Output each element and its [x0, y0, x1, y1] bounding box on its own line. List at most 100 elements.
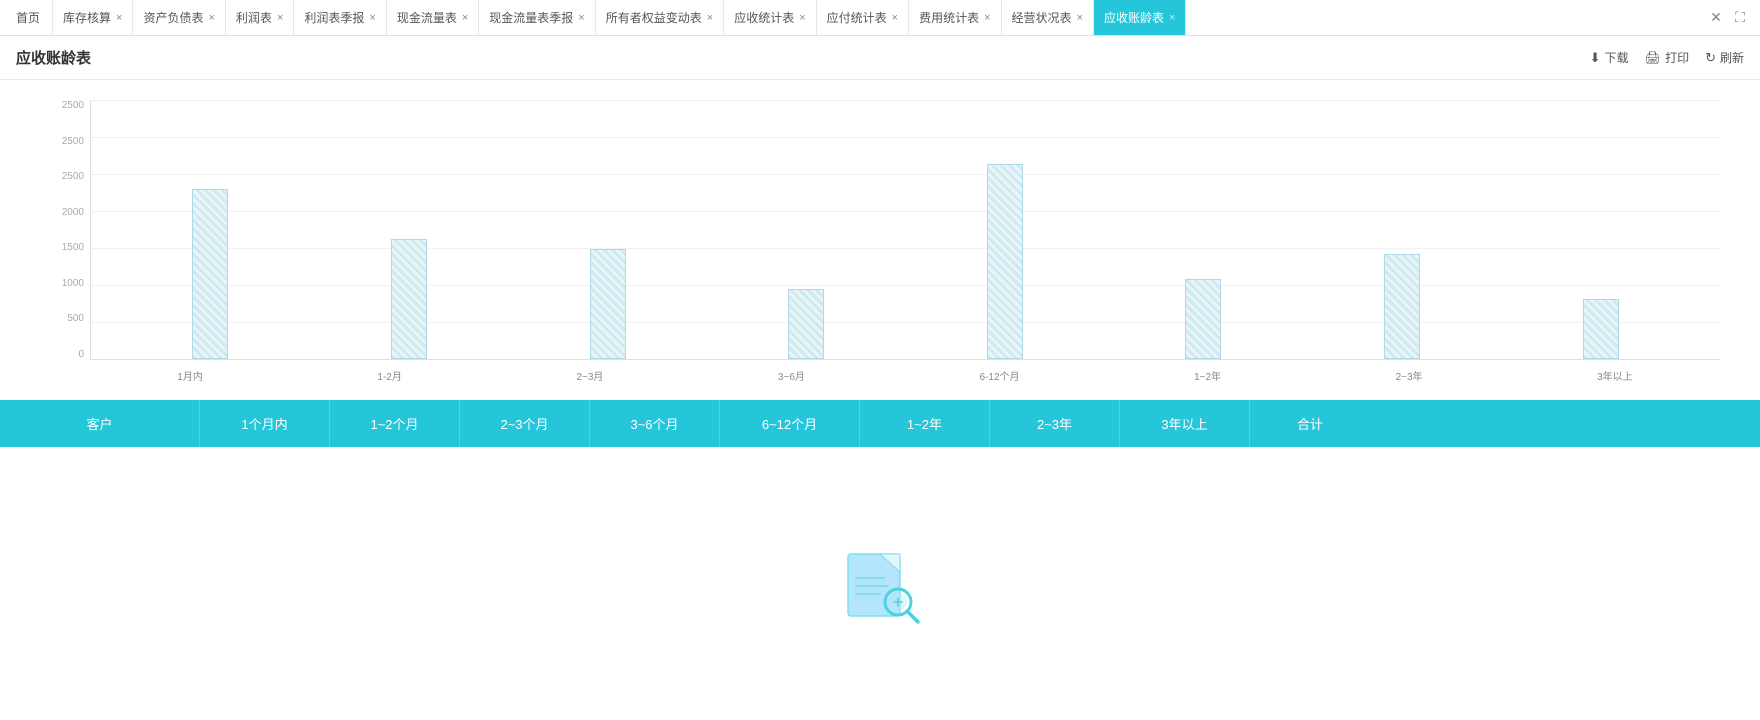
close-icon[interactable]: × — [208, 12, 214, 24]
print-icon: 🖨 — [1645, 50, 1662, 66]
bar-3y — [1583, 299, 1619, 359]
tab-cashflow-label: 现金流量表 — [397, 9, 457, 26]
y-label-2500c: 2500 — [62, 171, 84, 182]
bar-3-6m — [788, 289, 824, 359]
x-label-3y: 3年以上 — [1597, 368, 1633, 383]
close-window-button[interactable]: ✕ — [1708, 10, 1724, 26]
x-label-3-6m: 3~6月 — [778, 368, 805, 383]
x-label-1m: 1月内 — [177, 368, 203, 383]
chart-inner — [90, 100, 1720, 360]
download-button[interactable]: ⬇ 下载 — [1590, 49, 1629, 66]
close-icon[interactable]: × — [799, 12, 805, 24]
close-icon[interactable]: × — [277, 12, 283, 24]
empty-illustration — [830, 534, 930, 634]
col-2-3y: 2~3年 — [990, 400, 1120, 447]
y-label-2500b: 2500 — [62, 136, 84, 147]
tab-expense[interactable]: 费用统计表 × — [909, 0, 1001, 36]
download-icon: ⬇ — [1590, 50, 1601, 66]
bar-group-3y — [1583, 299, 1619, 359]
empty-svg-icon — [830, 534, 930, 634]
main-content: 2500 2500 2500 2000 1500 1000 500 0 — [0, 80, 1760, 720]
bar-group-3-6m — [788, 289, 824, 359]
col-customer: 客户 — [0, 400, 200, 447]
page-header: 应收账龄表 ⬇ 下载 🖨 打印 ↻ 刷新 — [0, 36, 1760, 80]
empty-state — [0, 447, 1760, 720]
tab-ar-aging[interactable]: 应收账龄表 × — [1094, 0, 1186, 36]
refresh-button[interactable]: ↻ 刷新 — [1705, 49, 1744, 66]
col-2-3m: 2~3个月 — [460, 400, 590, 447]
close-icon[interactable]: × — [707, 12, 713, 24]
bars-container — [91, 100, 1720, 359]
x-label-1-2y: 1~2年 — [1194, 368, 1221, 383]
col-1m: 1个月内 — [200, 400, 330, 447]
x-label-6-12m: 6-12个月 — [979, 368, 1019, 383]
bar-group-2-3m — [590, 249, 626, 359]
tab-ar-stat-label: 应收统计表 — [734, 9, 794, 26]
x-label-2-3m: 2~3月 — [576, 368, 603, 383]
close-icon[interactable]: × — [1169, 12, 1175, 24]
window-controls: ✕ ⛶ — [1708, 10, 1756, 26]
x-label-2-3y: 2~3年 — [1396, 368, 1423, 383]
tab-operation-label: 经营状况表 — [1012, 9, 1072, 26]
tab-ap-stat-label: 应付统计表 — [827, 9, 887, 26]
col-total: 合计 — [1250, 400, 1370, 447]
y-label-2500a: 2500 — [62, 100, 84, 111]
tab-expense-label: 费用统计表 — [919, 9, 979, 26]
tab-profit-q[interactable]: 利润表季报 × — [294, 0, 386, 36]
table-section: 客户 1个月内 1~2个月 2~3个月 3~6个月 6~12个月 1~2年 2~… — [0, 400, 1760, 720]
x-label-1-2m: 1-2月 — [377, 368, 401, 383]
bar-group-1-2m — [391, 239, 427, 359]
col-1-2m: 1~2个月 — [330, 400, 460, 447]
tab-home-label: 首页 — [16, 9, 40, 26]
tab-home[interactable]: 首页 — [4, 0, 53, 36]
tab-ar-aging-label: 应收账龄表 — [1104, 9, 1164, 26]
refresh-icon: ↻ — [1705, 50, 1716, 66]
chart-container: 2500 2500 2500 2000 1500 1000 500 0 — [40, 100, 1720, 390]
bar-group-1m — [192, 189, 228, 359]
bar-1-2m — [391, 239, 427, 359]
close-icon[interactable]: × — [369, 12, 375, 24]
bar-2-3m — [590, 249, 626, 359]
tab-profit-label: 利润表 — [236, 9, 272, 26]
print-label: 打印 — [1665, 49, 1689, 66]
col-3-6m: 3~6个月 — [590, 400, 720, 447]
y-label-0: 0 — [78, 349, 84, 360]
tab-cashflow-q[interactable]: 现金流量表季报 × — [479, 0, 595, 36]
tab-balance[interactable]: 资产负债表 × — [133, 0, 225, 36]
maximize-button[interactable]: ⛶ — [1732, 10, 1748, 26]
close-icon[interactable]: × — [462, 12, 468, 24]
bar-group-6-12m — [987, 164, 1023, 359]
tab-ar-stat[interactable]: 应收统计表 × — [724, 0, 816, 36]
tab-inventory-label: 库存核算 — [63, 9, 111, 26]
close-icon[interactable]: × — [116, 12, 122, 24]
bar-group-2-3y — [1384, 254, 1420, 359]
close-icon[interactable]: × — [984, 12, 990, 24]
close-icon[interactable]: × — [578, 12, 584, 24]
header-actions: ⬇ 下载 🖨 打印 ↻ 刷新 — [1590, 49, 1744, 66]
tab-cashflow-q-label: 现金流量表季报 — [489, 9, 573, 26]
x-axis: 1月内 1-2月 2~3月 3~6月 6-12个月 1~2年 2~3年 3年以上 — [90, 360, 1720, 390]
tab-equity-label: 所有者权益变动表 — [606, 9, 702, 26]
col-6-12m: 6~12个月 — [720, 400, 860, 447]
tab-ap-stat[interactable]: 应付统计表 × — [817, 0, 909, 36]
tab-balance-label: 资产负债表 — [143, 9, 203, 26]
tab-cashflow[interactable]: 现金流量表 × — [387, 0, 479, 36]
bar-group-1-2y — [1185, 279, 1221, 359]
y-label-1000: 1000 — [62, 278, 84, 289]
bar-1-2y — [1185, 279, 1221, 359]
print-button[interactable]: 🖨 打印 — [1645, 49, 1690, 66]
page-title: 应收账龄表 — [16, 47, 91, 68]
tab-profit[interactable]: 利润表 × — [226, 0, 294, 36]
bar-1m — [192, 189, 228, 359]
tab-profit-q-label: 利润表季报 — [304, 9, 364, 26]
col-1-2y: 1~2年 — [860, 400, 990, 447]
tab-inventory[interactable]: 库存核算 × — [53, 0, 133, 36]
download-label: 下载 — [1605, 49, 1629, 66]
tab-operation[interactable]: 经营状况表 × — [1002, 0, 1094, 36]
tab-equity[interactable]: 所有者权益变动表 × — [596, 0, 724, 36]
close-icon[interactable]: × — [1077, 12, 1083, 24]
col-3y: 3年以上 — [1120, 400, 1250, 447]
close-icon[interactable]: × — [892, 12, 898, 24]
chart-area: 2500 2500 2500 2000 1500 1000 500 0 — [0, 80, 1760, 400]
bar-2-3y — [1384, 254, 1420, 359]
